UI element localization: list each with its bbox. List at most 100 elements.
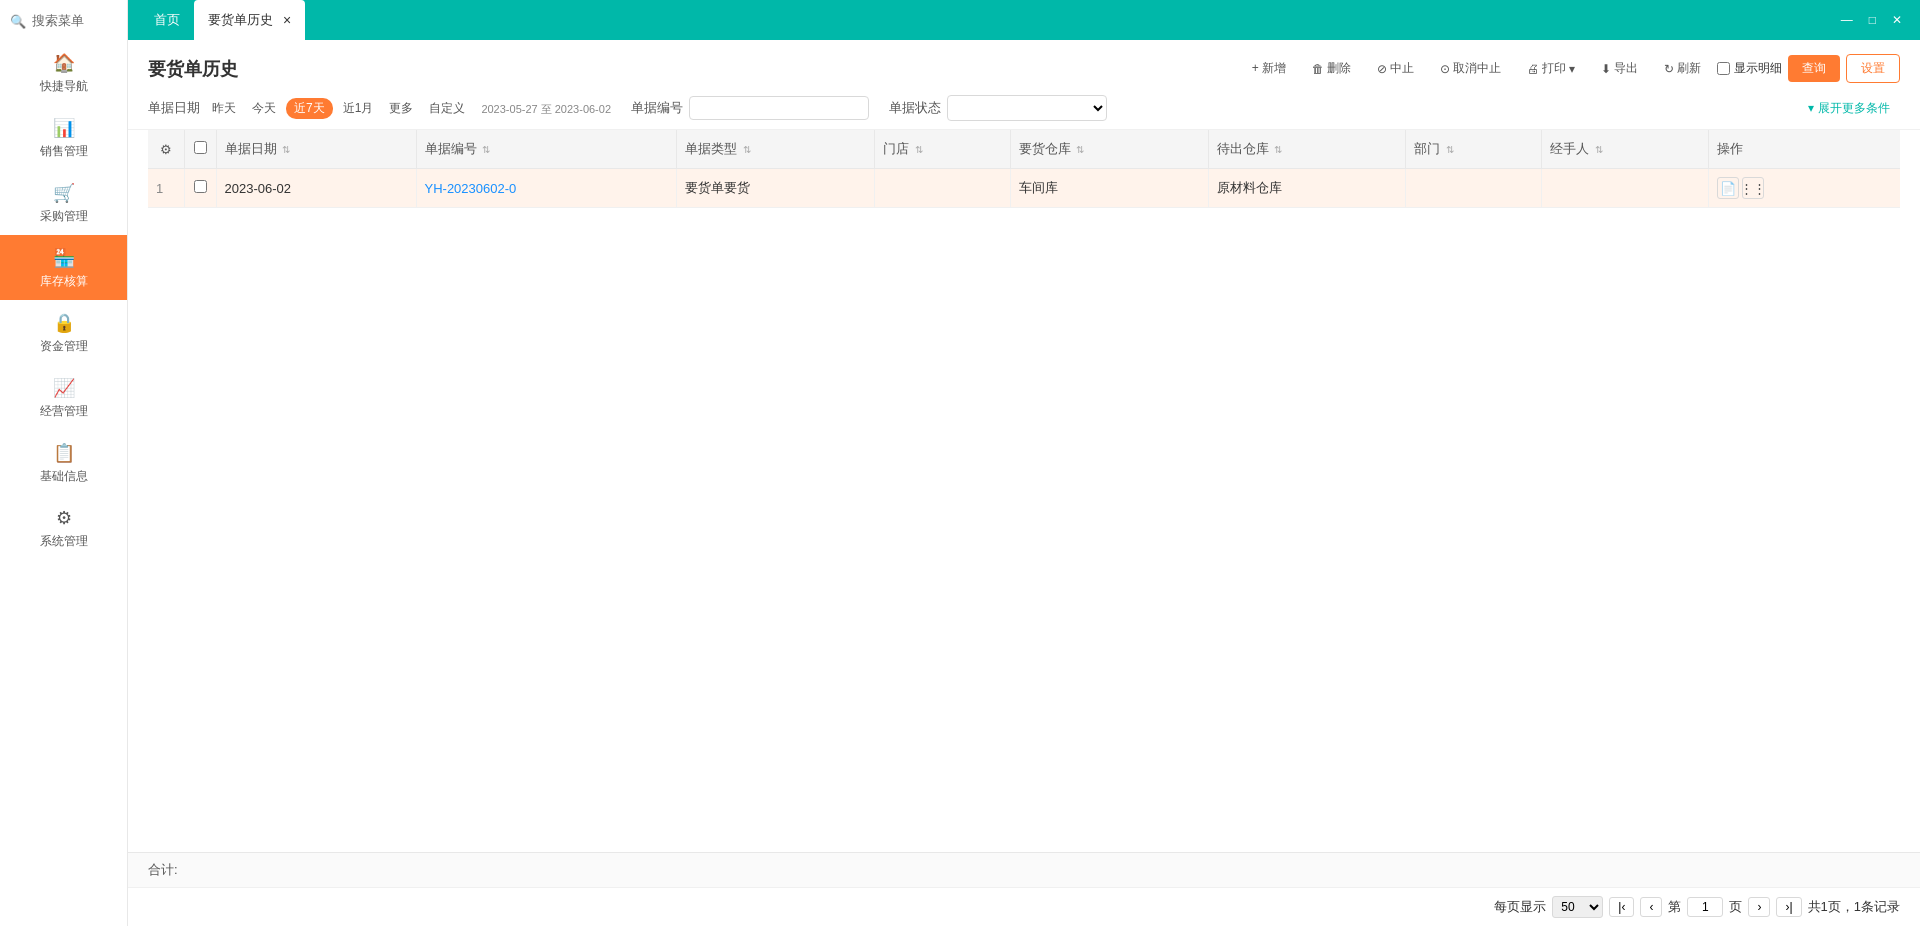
sidebar-item-label: 库存核算 (40, 273, 88, 290)
refresh-button[interactable]: ↻ 刷新 (1654, 55, 1711, 82)
tab-active[interactable]: 要货单历史 × (194, 0, 305, 40)
yesterday-btn[interactable]: 昨天 (206, 98, 242, 119)
page-number-input[interactable] (1687, 897, 1723, 917)
col-checkbox (184, 130, 216, 169)
print-dropdown-icon: ▾ (1569, 62, 1575, 76)
window-controls: — □ ✕ (1835, 11, 1908, 29)
row-order-type: 要货单要货 (677, 169, 875, 208)
expand-filter-btn[interactable]: ▾ 展开更多条件 (1798, 96, 1900, 121)
table-footer: 合计: (128, 852, 1920, 887)
sidebar-item-sales[interactable]: 📊 销售管理 (0, 105, 127, 170)
settings-button[interactable]: 设置 (1846, 54, 1900, 83)
col-handler-header[interactable]: 经手人 ⇅ (1542, 130, 1709, 169)
expand-label: 展开更多条件 (1818, 100, 1890, 117)
maximize-btn[interactable]: □ (1863, 11, 1882, 29)
close-btn[interactable]: ✕ (1886, 11, 1908, 29)
row-edit-icon[interactable]: 📄 (1717, 177, 1739, 199)
col-pending-warehouse-header[interactable]: 待出仓库 ⇅ (1208, 130, 1406, 169)
export-button[interactable]: ⬇ 导出 (1591, 55, 1648, 82)
status-label: 单据状态 (889, 99, 941, 117)
expand-icon: ▾ (1808, 101, 1814, 115)
sort-pending-warehouse-icon: ⇅ (1274, 144, 1282, 155)
summary-label: 合计: (148, 861, 178, 879)
col-settings[interactable]: ⚙ (148, 130, 184, 169)
filter-row: 单据日期 昨天 今天 近7天 近1月 更多 自定义 2023-05-27 至 2… (148, 95, 1900, 121)
base-info-icon: 📋 (53, 442, 75, 464)
stop-button[interactable]: ⊘ 中止 (1367, 55, 1424, 82)
col-order-type-header[interactable]: 单据类型 ⇅ (677, 130, 875, 169)
toolbar: + 新增 🗑 删除 ⊘ 中止 ⊙ 取消中止 🖨 打印 ▾ (1242, 54, 1900, 83)
prev-page-btn[interactable]: ‹ (1640, 897, 1662, 917)
order-no-input[interactable] (689, 96, 869, 120)
table-settings-icon[interactable]: ⚙ (160, 142, 172, 157)
today-btn[interactable]: 今天 (246, 98, 282, 119)
show-detail-checkbox[interactable] (1717, 62, 1730, 75)
next-page-btn[interactable]: › (1748, 897, 1770, 917)
query-button[interactable]: 查询 (1788, 55, 1840, 82)
more-btn[interactable]: 更多 (383, 98, 419, 119)
order-no-label: 单据编号 (631, 99, 683, 117)
last-page-btn[interactable]: ›| (1776, 897, 1801, 917)
sort-handler-icon: ⇅ (1595, 144, 1603, 155)
page-size-select[interactable]: 50 100 (1552, 896, 1603, 918)
sidebar-item-label: 经营管理 (40, 403, 88, 420)
order-no-link[interactable]: YH-20230602-0 (425, 181, 517, 196)
sort-department-icon: ⇅ (1446, 144, 1454, 155)
sidebar: 🔍 搜索菜单 🏠 快捷导航 📊 销售管理 🛒 采购管理 🏪 库存核算 🔒 资金管… (0, 0, 128, 926)
last-month-btn[interactable]: 近1月 (337, 98, 380, 119)
sidebar-item-quick-nav[interactable]: 🏠 快捷导航 (0, 40, 127, 105)
col-req-warehouse-header[interactable]: 要货仓库 ⇅ (1010, 130, 1208, 169)
filter-area: 单据日期 昨天 今天 近7天 近1月 更多 自定义 2023-05-27 至 2… (128, 83, 1920, 130)
row-num-cell: 1 (148, 169, 184, 208)
print-icon: 🖨 (1527, 62, 1539, 76)
sidebar-item-inventory[interactable]: 🏪 库存核算 (0, 235, 127, 300)
sort-order-type-icon: ⇅ (743, 144, 751, 155)
main-area: 首页 要货单历史 × — □ ✕ 要货单历史 + 新增 🗑 删除 ⊘ 中 (128, 0, 1920, 926)
row-department (1406, 169, 1542, 208)
content-area: 要货单历史 + 新增 🗑 删除 ⊘ 中止 ⊙ 取消中止 🖨 打印 (128, 40, 1920, 926)
col-operation-header: 操作 (1708, 130, 1900, 169)
show-detail-label[interactable]: 显示明细 (1717, 60, 1782, 77)
custom-btn[interactable]: 自定义 (423, 98, 471, 119)
first-page-btn[interactable]: |‹ (1609, 897, 1634, 917)
last7days-btn[interactable]: 近7天 (286, 98, 333, 119)
col-store-header[interactable]: 门店 ⇅ (875, 130, 1011, 169)
row-handler (1542, 169, 1709, 208)
row-more-icon[interactable]: ⋮⋮ (1742, 177, 1764, 199)
date-range-display: 2023-05-27 至 2023-06-02 (481, 100, 611, 117)
table-wrapper: ⚙ 单据日期 ⇅ 单据编号 ⇅ (128, 130, 1920, 852)
tab-close-icon[interactable]: × (283, 12, 291, 28)
sidebar-search-label: 搜索菜单 (32, 12, 84, 30)
page-title: 要货单历史 (148, 57, 238, 81)
sidebar-item-operations[interactable]: 📈 经营管理 (0, 365, 127, 430)
sidebar-item-finance[interactable]: 🔒 资金管理 (0, 300, 127, 365)
sidebar-item-label: 系统管理 (40, 533, 88, 550)
row-checkbox[interactable] (194, 180, 207, 193)
tab-home[interactable]: 首页 (140, 0, 194, 40)
topbar: 首页 要货单历史 × — □ ✕ (128, 0, 1920, 40)
new-button[interactable]: + 新增 (1242, 55, 1296, 82)
print-button[interactable]: 🖨 打印 ▾ (1517, 55, 1585, 82)
sidebar-search[interactable]: 🔍 搜索菜单 (0, 0, 127, 40)
delete-button[interactable]: 🗑 删除 (1302, 55, 1361, 82)
main-table: ⚙ 单据日期 ⇅ 单据编号 ⇅ (148, 130, 1900, 208)
page-label-after: 页 (1729, 898, 1742, 916)
minimize-btn[interactable]: — (1835, 11, 1859, 29)
sidebar-item-purchase[interactable]: 🛒 采购管理 (0, 170, 127, 235)
home-icon: 🏠 (53, 52, 75, 74)
col-date-header[interactable]: 单据日期 ⇅ (216, 130, 416, 169)
inventory-icon: 🏪 (53, 247, 75, 269)
date-range-text: 2023-05-27 至 2023-06-02 (481, 102, 611, 117)
sidebar-item-base-info[interactable]: 📋 基础信息 (0, 430, 127, 495)
select-all-checkbox[interactable] (194, 141, 207, 154)
col-department-header[interactable]: 部门 ⇅ (1406, 130, 1542, 169)
sidebar-item-system[interactable]: ⚙ 系统管理 (0, 495, 127, 560)
status-select[interactable] (947, 95, 1107, 121)
page-header: 要货单历史 + 新增 🗑 删除 ⊘ 中止 ⊙ 取消中止 🖨 打印 (128, 40, 1920, 83)
cancel-stop-button[interactable]: ⊙ 取消中止 (1430, 55, 1511, 82)
pagination: 每页显示 50 100 |‹ ‹ 第 页 › ›| 共1页，1条记录 (128, 887, 1920, 926)
col-order-no-header[interactable]: 单据编号 ⇅ (416, 130, 677, 169)
row-store (875, 169, 1011, 208)
sidebar-item-label: 销售管理 (40, 143, 88, 160)
sales-icon: 📊 (53, 117, 75, 139)
